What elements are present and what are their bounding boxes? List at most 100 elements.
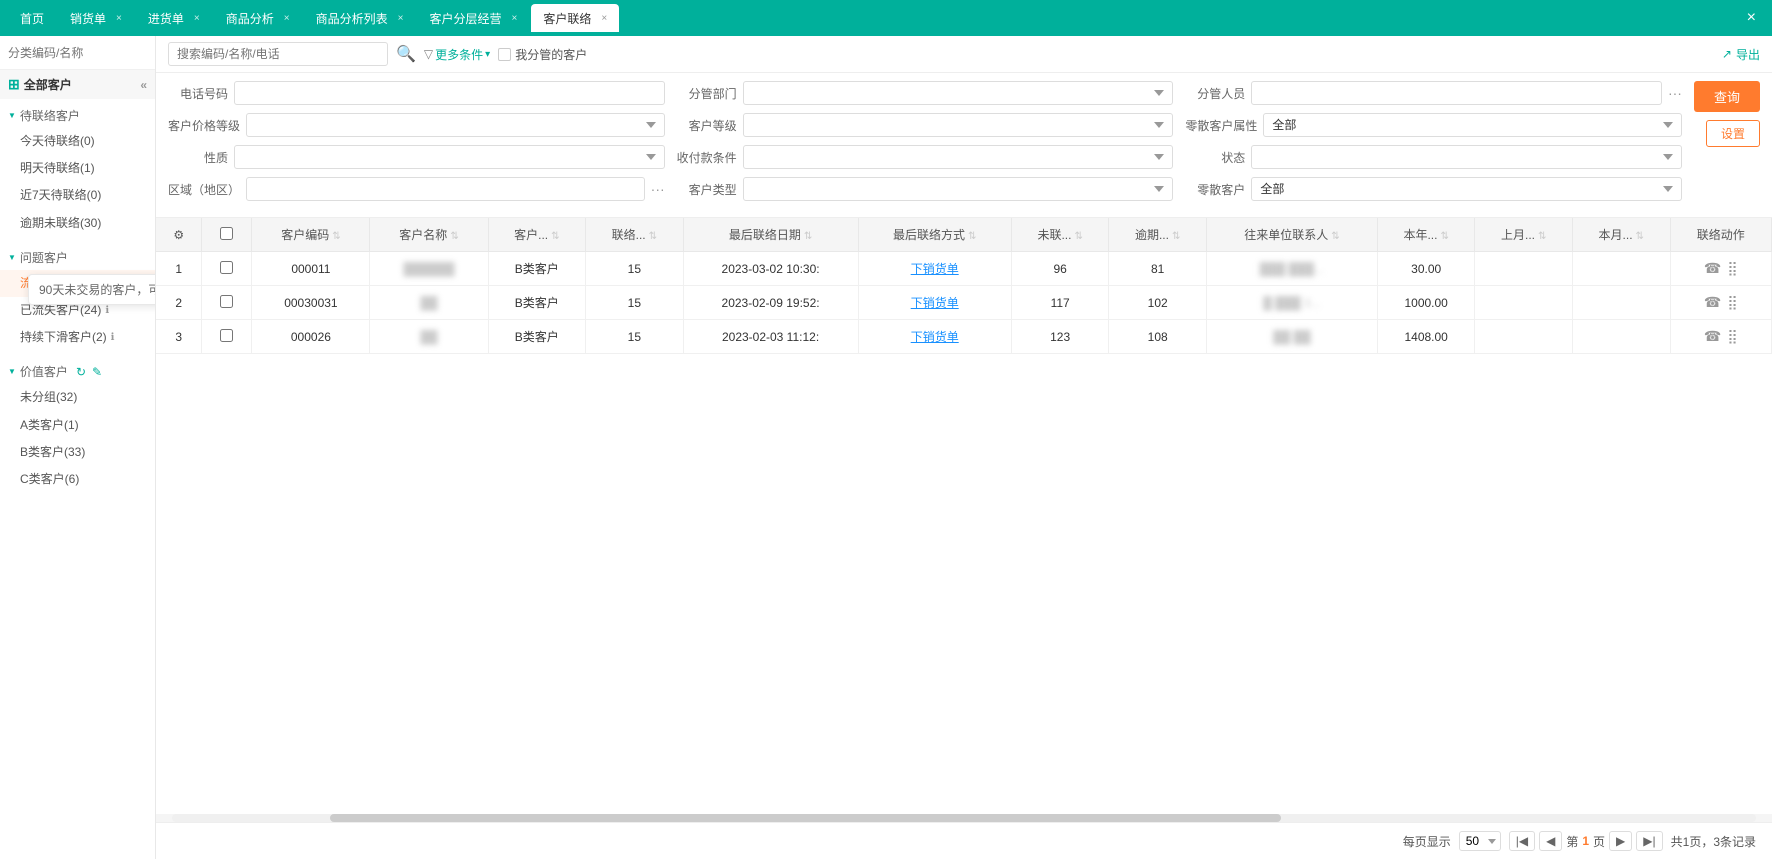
sort-icon-type[interactable]: ⇅: [551, 231, 559, 242]
action-phone-icon[interactable]: ☎: [1704, 294, 1721, 311]
prev-page-button[interactable]: ◀: [1539, 831, 1562, 851]
sort-icon-unliaison[interactable]: ⇅: [1074, 231, 1082, 242]
query-button[interactable]: 查询: [1694, 81, 1760, 112]
my-customers-label: 我分管的客户: [515, 46, 587, 63]
filter-phone-input[interactable]: [234, 81, 665, 105]
action-more-icon[interactable]: ⣿: [1727, 294, 1737, 311]
last-page-button[interactable]: ▶|: [1636, 831, 1662, 851]
sidebar-item-overdue[interactable]: 逾期未联络(30): [0, 210, 155, 237]
sort-icon-tm[interactable]: ⇅: [1636, 231, 1644, 242]
sidebar-item-ungroup[interactable]: 未分组(32): [0, 384, 155, 411]
tab-analysis-list[interactable]: 商品分析列表 ×: [304, 4, 416, 32]
export-button[interactable]: ↗ 导出: [1722, 46, 1760, 63]
sort-icon-lm[interactable]: ⇅: [1538, 231, 1546, 242]
filter-search-input[interactable]: [168, 42, 388, 66]
group-problem-label[interactable]: ▼ 问题客户: [0, 245, 155, 270]
filter-area-input[interactable]: [246, 177, 645, 201]
col-settings[interactable]: ⚙: [156, 218, 202, 252]
filter-status-select[interactable]: [1251, 145, 1682, 169]
row-last-method[interactable]: 下销货单: [858, 320, 1011, 354]
sort-icon-name[interactable]: ⇅: [450, 231, 458, 242]
sidebar-item-c[interactable]: C类客户(6): [0, 466, 155, 493]
filter-dept-select[interactable]: [743, 81, 1174, 105]
tab-home[interactable]: 首页: [8, 4, 56, 32]
tab-customer-contact-close[interactable]: ×: [601, 13, 607, 24]
sidebar-item-tomorrow[interactable]: 明天待联络(1): [0, 155, 155, 182]
tab-sales[interactable]: 销货单 ×: [58, 4, 134, 32]
horizontal-scrollbar[interactable]: [172, 814, 1756, 822]
sidebar-item-week[interactable]: 近7天待联络(0): [0, 182, 155, 209]
row-select-checkbox[interactable]: [220, 329, 233, 342]
tab-customer-tier-close[interactable]: ×: [511, 13, 517, 24]
more-conditions-toggle[interactable]: ▽ 更多条件 ▾: [424, 46, 490, 63]
sort-icon-cp[interactable]: ⇅: [1331, 231, 1339, 242]
row-overdue: 81: [1109, 252, 1207, 286]
my-customers-checkbox[interactable]: [498, 48, 511, 61]
sidebar-item-today[interactable]: 今天待联络(0): [0, 128, 155, 155]
sidebar-item-declining[interactable]: 持续下滑客户(2) ℹ: [0, 324, 155, 351]
col-last-date-label: 最后联络日期: [729, 228, 801, 242]
row-last-method[interactable]: 下销货单: [858, 286, 1011, 320]
filter-type-select[interactable]: [743, 177, 1174, 201]
filter-person-input[interactable]: [1251, 81, 1662, 105]
area-dots[interactable]: ···: [651, 181, 665, 197]
sidebar-search-input[interactable]: [8, 46, 156, 60]
tab-customer-contact[interactable]: 客户联络 ×: [531, 4, 619, 32]
filter-area: 区域（地区） ···: [168, 177, 665, 201]
all-customers-header[interactable]: ⊞ 全部客户 «: [0, 70, 155, 99]
filter-nature-select[interactable]: [234, 145, 665, 169]
select-all-checkbox[interactable]: [220, 227, 233, 240]
sort-icon-contact[interactable]: ⇅: [649, 231, 657, 242]
last-method-link[interactable]: 下销货单: [911, 296, 959, 310]
filter-search-button[interactable]: 🔍: [396, 44, 416, 64]
filter-level-select[interactable]: [743, 113, 1174, 137]
row-select-checkbox[interactable]: [220, 261, 233, 274]
tab-purchase-close[interactable]: ×: [194, 13, 200, 24]
triangle-icon-2: ▼: [8, 253, 16, 262]
tab-analysis-close[interactable]: ×: [284, 13, 290, 24]
scrollbar-thumb[interactable]: [330, 814, 1280, 822]
sidebar-item-b[interactable]: B类客户(33): [0, 439, 155, 466]
sort-icon-code[interactable]: ⇅: [332, 231, 340, 242]
row-last-method[interactable]: 下销货单: [858, 252, 1011, 286]
per-page-select[interactable]: 50: [1459, 831, 1501, 851]
my-customers-toggle[interactable]: 我分管的客户: [498, 46, 587, 63]
filter-payment-select[interactable]: [743, 145, 1174, 169]
settings-button[interactable]: 设置: [1706, 120, 1760, 147]
window-close-button[interactable]: ×: [1739, 5, 1764, 31]
refresh-icon[interactable]: ↻: [76, 365, 86, 379]
filter-price-level-select[interactable]: [246, 113, 665, 137]
sort-icon-date[interactable]: ⇅: [804, 231, 812, 242]
action-phone-icon[interactable]: ☎: [1704, 260, 1721, 277]
filter-retail-attr-select[interactable]: 全部: [1263, 113, 1682, 137]
action-phone-icon[interactable]: ☎: [1704, 328, 1721, 345]
col-checkbox[interactable]: [202, 218, 252, 252]
sidebar-item-a[interactable]: A类客户(1): [0, 412, 155, 439]
tab-analysis-list-close[interactable]: ×: [398, 13, 404, 24]
sort-icon-overdue[interactable]: ⇅: [1172, 231, 1180, 242]
tab-sales-close[interactable]: ×: [116, 13, 122, 24]
first-page-button[interactable]: |◀: [1509, 831, 1535, 851]
row-checkbox[interactable]: [202, 320, 252, 354]
filter-status-label: 状态: [1185, 149, 1245, 166]
action-more-icon[interactable]: ⣿: [1727, 260, 1737, 277]
sort-icon-method[interactable]: ⇅: [968, 231, 976, 242]
row-select-checkbox[interactable]: [220, 295, 233, 308]
group-pending-label[interactable]: ▼ 待联络客户: [0, 103, 155, 128]
row-checkbox[interactable]: [202, 252, 252, 286]
last-method-link[interactable]: 下销货单: [911, 330, 959, 344]
filter-retail-select[interactable]: 全部: [1251, 177, 1682, 201]
col-last-method: 最后联络方式⇅: [858, 218, 1011, 252]
row-checkbox[interactable]: [202, 286, 252, 320]
group-value-label[interactable]: ▼ 价值客户 ↻ ✎: [0, 359, 155, 384]
tab-customer-tier[interactable]: 客户分层经营 ×: [417, 4, 529, 32]
edit-icon[interactable]: ✎: [92, 365, 102, 379]
action-more-icon[interactable]: ⣿: [1727, 328, 1737, 345]
last-method-link[interactable]: 下销货单: [911, 262, 959, 276]
collapse-icon[interactable]: «: [140, 78, 147, 92]
tab-analysis[interactable]: 商品分析 ×: [214, 4, 302, 32]
person-dots[interactable]: ···: [1668, 85, 1682, 101]
tab-purchase[interactable]: 进货单 ×: [136, 4, 212, 32]
sort-icon-ty[interactable]: ⇅: [1440, 231, 1448, 242]
next-page-button[interactable]: ▶: [1609, 831, 1632, 851]
